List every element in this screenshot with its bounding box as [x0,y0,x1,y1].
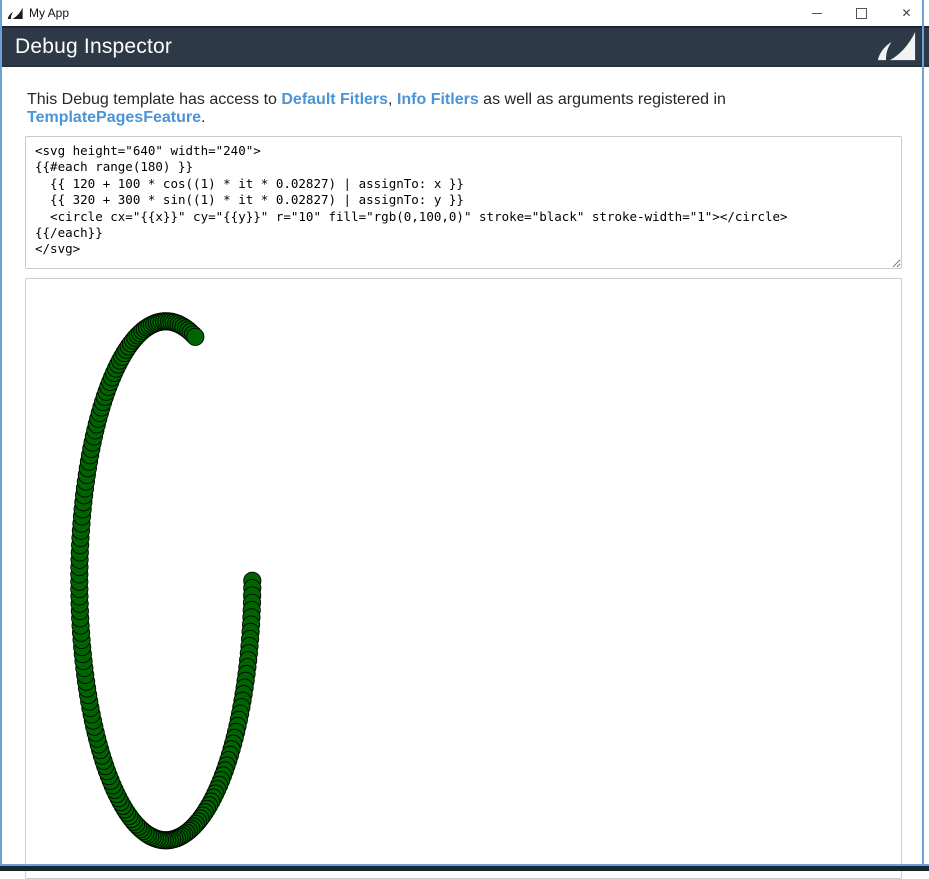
intro-suffix: . [201,109,206,126]
intro-separator: , [388,91,397,108]
page-header: Debug Inspector [0,26,929,67]
info-filters-link[interactable]: Info Fitlers [397,91,479,108]
template-pages-feature-link[interactable]: TemplatePagesFeature [27,109,201,126]
template-code-editor[interactable]: <svg height="640" width="240"> {{#each r… [25,136,902,269]
intro-prefix: This Debug template has access to [27,91,282,108]
minimize-button[interactable] [794,0,839,26]
intro-middle: as well as arguments registered in [478,91,726,108]
fin-logo-icon [877,31,916,61]
template-output-panel [25,278,902,879]
close-icon: ✕ [901,6,912,20]
app-fin-icon [7,7,23,19]
window-bottom-bar [0,866,929,871]
rendered-svg [70,312,262,850]
app-window: My App ✕ Debug Inspector This Debug temp… [0,0,929,879]
window-border-left [0,0,2,866]
titlebar: My App ✕ [0,0,929,26]
window-title: My App [29,6,70,20]
window-border-right [922,0,924,866]
maximize-icon [856,7,867,19]
page-title: Debug Inspector [15,34,173,58]
default-filters-link[interactable]: Default Fitlers [281,91,388,108]
intro-text: This Debug template has access to Defaul… [27,91,904,127]
page-content: This Debug template has access to Defaul… [0,91,929,879]
maximize-button[interactable] [839,0,884,26]
minimize-icon [811,12,822,14]
